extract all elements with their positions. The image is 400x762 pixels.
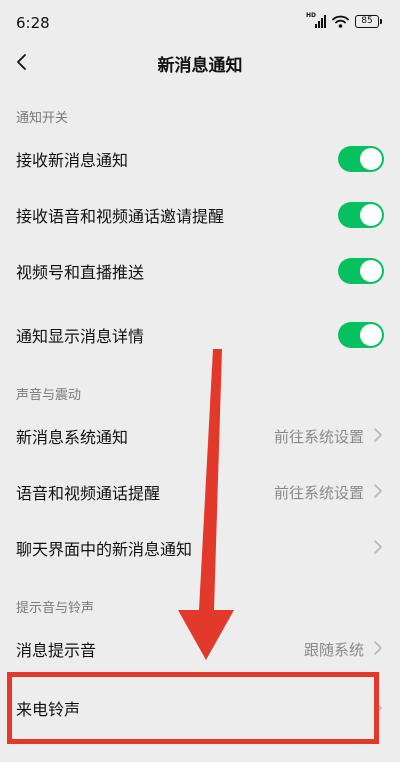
toggle-switch[interactable] — [338, 146, 384, 172]
battery-level: 85 — [355, 14, 379, 28]
nav-bar: 新消息通知 — [0, 40, 400, 84]
row-message-tone[interactable]: 消息提示音 跟随系统 — [0, 624, 400, 674]
status-icons: HD 85 — [306, 12, 382, 28]
toggle-switch[interactable] — [338, 202, 384, 228]
row-label: 消息提示音 — [16, 641, 97, 660]
row-call-invite-reminder[interactable]: 接收语音和视频通话邀请提醒 — [0, 190, 400, 240]
chevron-right-icon — [374, 701, 382, 715]
row-chat-new-message-notify[interactable]: 聊天界面中的新消息通知 — [0, 523, 400, 573]
row-label: 新消息系统通知 — [16, 428, 129, 447]
row-label: 来电铃声 — [16, 700, 81, 719]
row-incoming-call-ringtone[interactable]: 来电铃声 — [0, 680, 400, 736]
row-value: 前往系统设置 — [273, 484, 364, 502]
row-label: 语音和视频通话提醒 — [16, 484, 161, 503]
chevron-right-icon — [374, 428, 382, 442]
toggle-switch[interactable] — [338, 258, 384, 284]
toggle-switch[interactable] — [338, 322, 384, 348]
section-header-sound-vibration: 声音与震动 — [16, 388, 82, 403]
network-label: HD — [306, 12, 317, 19]
row-label: 接收新消息通知 — [16, 151, 129, 170]
row-label: 视频号和直播推送 — [16, 263, 145, 282]
section-header-notify-switch: 通知开关 — [16, 111, 69, 126]
chevron-right-icon — [374, 484, 382, 498]
section-header-ringtone: 提示音与铃声 — [16, 601, 95, 616]
signal-icon: HD — [306, 12, 326, 28]
row-new-message-system-notify[interactable]: 新消息系统通知 前往系统设置 — [0, 411, 400, 461]
row-show-message-details[interactable]: 通知显示消息详情 — [0, 310, 400, 360]
row-value: 跟随系统 — [303, 641, 364, 659]
row-label: 接收语音和视频通话邀请提醒 — [16, 207, 225, 226]
page-title: 新消息通知 — [157, 56, 243, 76]
row-value: 前往系统设置 — [273, 428, 364, 446]
chevron-right-icon — [374, 540, 382, 554]
row-label: 通知显示消息详情 — [16, 327, 145, 346]
chevron-right-icon — [374, 641, 382, 655]
row-receive-new-message[interactable]: 接收新消息通知 — [0, 134, 400, 184]
status-time: 6:28 — [16, 14, 50, 32]
row-call-reminder[interactable]: 语音和视频通话提醒 前往系统设置 — [0, 467, 400, 517]
wifi-icon — [332, 15, 349, 28]
row-channels-live-push[interactable]: 视频号和直播推送 — [0, 246, 400, 296]
battery-icon: 85 — [355, 14, 382, 28]
row-label: 聊天界面中的新消息通知 — [16, 540, 193, 559]
